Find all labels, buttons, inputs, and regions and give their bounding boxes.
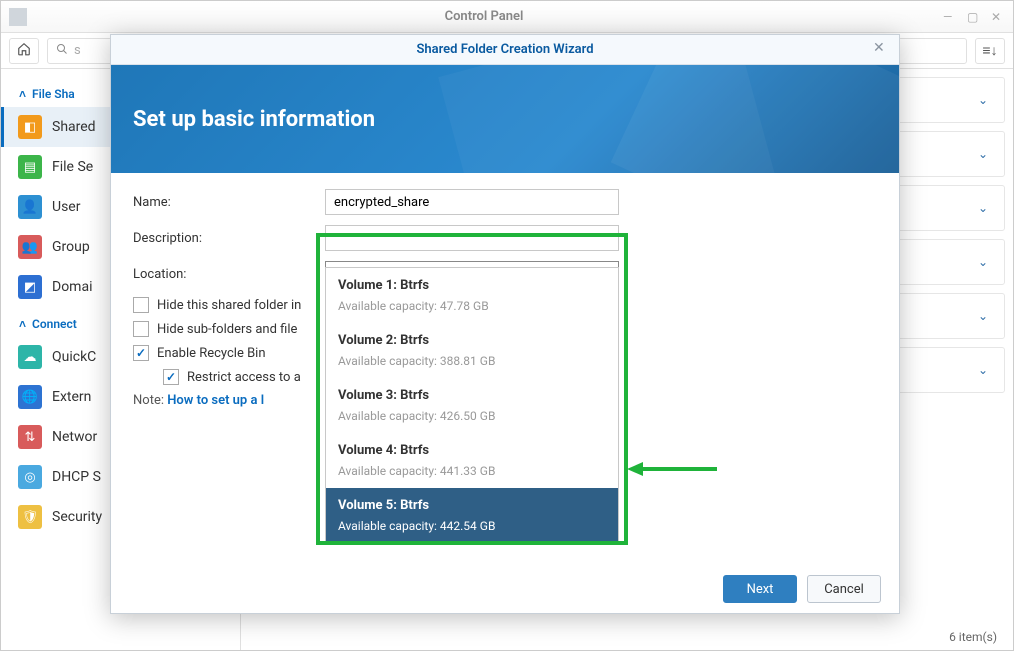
modal-title: Shared Folder Creation Wizard (416, 42, 593, 57)
globe-icon: 🌐 (18, 385, 42, 409)
cancel-button[interactable]: Cancel (807, 575, 881, 603)
volume-option-4[interactable]: Volume 4: Btrfs Available capacity: 441.… (326, 433, 618, 488)
note-link[interactable]: How to set up a l (167, 393, 264, 408)
home-icon (17, 42, 31, 60)
chevron-down-icon: ⌄ (978, 309, 988, 323)
network-icon: ⇅ (18, 425, 42, 449)
checkbox-icon (133, 297, 149, 313)
modal-close-button[interactable]: ✕ (873, 41, 889, 57)
chevron-up-icon: ˄ (19, 87, 26, 101)
maximize-button[interactable]: ▢ (967, 10, 981, 24)
cloud-icon: ☁ (18, 345, 42, 369)
search-icon (56, 43, 68, 59)
checkbox-icon (133, 321, 149, 337)
domain-icon: ◩ (18, 275, 42, 299)
chevron-down-icon: ⌄ (978, 255, 988, 269)
chevron-down-icon: ⌄ (978, 93, 988, 107)
chevron-down-icon: ⌄ (978, 147, 988, 161)
checkbox-checked-icon (163, 369, 179, 385)
volume-option-3[interactable]: Volume 3: Btrfs Available capacity: 426.… (326, 378, 618, 433)
search-placeholder: s (74, 43, 81, 58)
modal-body: Name: Description: Location: Volume 5: B… (111, 173, 899, 565)
home-button[interactable] (9, 38, 39, 64)
window-title: Control Panel (35, 9, 933, 24)
minimize-button[interactable]: — (943, 10, 957, 24)
description-label: Description: (133, 231, 325, 246)
file-icon: ▤ (18, 155, 42, 179)
modal-titlebar: Shared Folder Creation Wizard ✕ (111, 35, 899, 65)
modal-banner: Set up basic information (111, 65, 899, 173)
location-label: Location: (133, 267, 325, 282)
close-button[interactable]: ✕ (991, 10, 1005, 24)
checkbox-checked-icon (133, 345, 149, 361)
chevron-down-icon: ⌄ (978, 201, 988, 215)
name-label: Name: (133, 195, 325, 210)
folder-icon: ◧ (18, 115, 42, 139)
control-panel-titlebar: Control Panel — ▢ ✕ (1, 1, 1013, 33)
shield-icon: 🛡 (18, 505, 42, 529)
next-button[interactable]: Next (723, 575, 797, 603)
volume-option-1[interactable]: Volume 1: Btrfs Available capacity: 47.7… (326, 268, 618, 323)
annotation-arrow (627, 459, 717, 479)
volume-option-2[interactable]: Volume 2: Btrfs Available capacity: 388.… (326, 323, 618, 378)
location-dropdown: Volume 1: Btrfs Available capacity: 47.7… (325, 267, 619, 544)
dhcp-icon: ◎ (18, 465, 42, 489)
group-icon: 👥 (18, 235, 42, 259)
status-bar: 6 item(s) (949, 630, 997, 644)
app-icon (9, 8, 27, 26)
sort-icon: ≡↓ (982, 42, 997, 59)
chevron-down-icon: ⌄ (978, 363, 988, 377)
chevron-up-icon: ˄ (19, 317, 26, 331)
modal-heading: Set up basic information (133, 107, 375, 132)
close-icon: ✕ (873, 40, 885, 56)
shared-folder-wizard-modal: Shared Folder Creation Wizard ✕ Set up b… (110, 34, 900, 614)
modal-footer: Next Cancel (111, 565, 899, 613)
arrow-icon (627, 459, 717, 479)
description-input[interactable] (325, 225, 619, 251)
name-input[interactable] (325, 189, 619, 215)
sort-button[interactable]: ≡↓ (975, 38, 1005, 64)
volume-option-5[interactable]: Volume 5: Btrfs Available capacity: 442.… (326, 488, 618, 543)
user-icon: 👤 (18, 195, 42, 219)
